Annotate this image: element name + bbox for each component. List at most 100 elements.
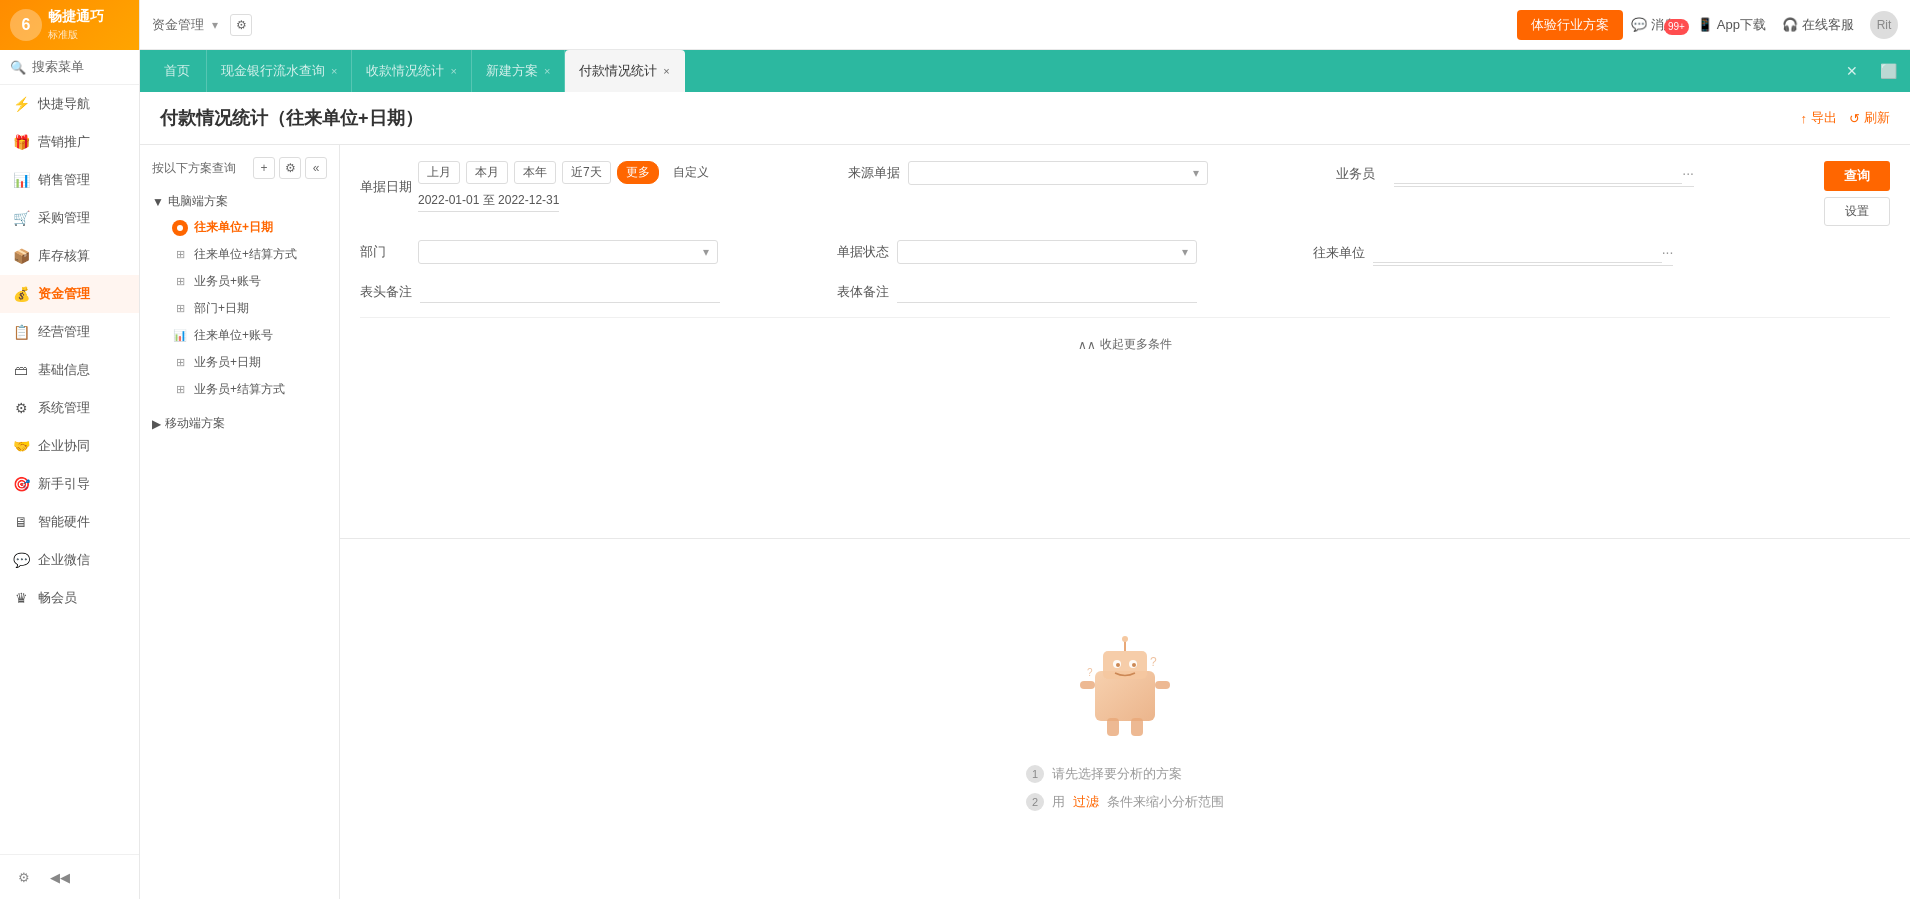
tab-home[interactable]: 首页 [148,50,207,92]
scheme-item-label: 业务员+账号 [194,273,261,290]
online-service-btn[interactable]: 🎧 在线客服 [1782,16,1854,34]
sidebar: 6 畅捷通巧 标准版 🔍 搜索菜单 ⚡ 快捷导航 🎁 营销推广 📊 销售管理 [0,0,140,899]
sidebar-item-enterprise[interactable]: 🤝 企业协同 [0,427,139,465]
scheme-list-desktop: 往来单位+日期 ⊞ 往来单位+结算方式 ⊞ 业务员+账号 ⊞ [152,214,327,403]
sidebar-item-system[interactable]: ⚙ 系统管理 [0,389,139,427]
hint-text-2-pre: 用 [1052,793,1065,811]
main-area: 资金管理 ▾ ⚙ 体验行业方案 💬 消息 99+ 📱 App下载 [140,0,1910,899]
settings-footer-btn[interactable]: ⚙ [10,863,38,891]
app-download-btn[interactable]: 📱 App下载 [1697,16,1766,34]
table-body-input[interactable] [897,280,1197,303]
hint-num-1: 1 [1026,765,1044,783]
dept-select[interactable]: ▾ [418,240,718,264]
scheme-collapse-btn[interactable]: « [305,157,327,179]
scheme-section-mobile-title[interactable]: ▶ 移动端方案 [152,411,327,436]
sidebar-item-purchase[interactable]: 🛒 采购管理 [0,199,139,237]
empty-area: ? ? 1 请先选择要分析的方案 2 用 [340,539,1910,900]
date-btn-last-month[interactable]: 上月 [418,161,460,184]
scheme-section-desktop-title[interactable]: ▼ 电脑端方案 [152,189,327,214]
tab-bank-flow[interactable]: 现金银行流水查询 × [207,50,352,92]
scheme-item-salesman-date[interactable]: ⊞ 业务员+日期 [168,349,327,376]
tab-bar: 首页 现金银行流水查询 × 收款情况统计 × 新建方案 × 付款情况统计 × ✕… [140,50,1910,92]
scheme-item-counterpart-date[interactable]: 往来单位+日期 [168,214,327,241]
filter-row-3: 表头备注 表体备注 [360,280,1890,303]
collapse-row: ∧∧ 收起更多条件 [360,317,1890,363]
sidebar-item-wechat[interactable]: 💬 企业微信 [0,541,139,579]
trial-btn[interactable]: 体验行业方案 [1517,10,1623,40]
sidebar-item-label: 基础信息 [38,361,90,379]
filter-row-1: 单据日期 上月 本月 本年 近7天 更多 自定义 2022-01-01 [360,161,1890,226]
filter-settings-btn[interactable]: 设置 [1824,197,1890,226]
avatar[interactable]: Rit [1870,11,1898,39]
member-icon: ♛ [12,589,30,607]
table-head-input[interactable] [420,280,720,303]
tab-receipt-stats-close[interactable]: × [450,65,456,77]
sidebar-item-quick-nav[interactable]: ⚡ 快捷导航 [0,85,139,123]
counterpart-input[interactable] [1373,240,1661,263]
sidebar-item-hardware[interactable]: 🖥 智能硬件 [0,503,139,541]
message-icon: 💬 [1631,17,1647,32]
counterpart-dots[interactable]: ··· [1662,244,1674,260]
tab-new-scheme-close[interactable]: × [544,65,550,77]
date-btn-this-year[interactable]: 本年 [514,161,556,184]
filter-table-body-item: 表体备注 [837,280,1294,303]
scheme-item-salesman-settlement[interactable]: ⊞ 业务员+结算方式 [168,376,327,403]
search-menu[interactable]: 🔍 搜索菜单 [0,50,139,85]
tab-bank-flow-close[interactable]: × [331,65,337,77]
sidebar-item-operation[interactable]: 📋 经营管理 [0,313,139,351]
tab-payment-stats[interactable]: 付款情况统计 × [565,50,684,92]
hint-text-1: 请先选择要分析的方案 [1052,765,1182,783]
sidebar-item-guide[interactable]: 🎯 新手引导 [0,465,139,503]
dept-label: 部门 [360,243,410,261]
export-btn[interactable]: ↑ 导出 [1801,109,1838,127]
tab-payment-stats-close[interactable]: × [663,65,669,77]
scheme-panel-tools: + ⚙ « [253,157,327,179]
breadcrumb-dropdown[interactable]: ▾ [212,18,218,32]
right-panel: 单据日期 上月 本月 本年 近7天 更多 自定义 2022-01-01 [340,145,1910,899]
doc-status-select[interactable]: ▾ [897,240,1197,264]
scheme-settings-btn[interactable]: ⚙ [279,157,301,179]
online-service-label: 在线客服 [1802,16,1854,34]
sidebar-item-label: 快捷导航 [38,95,90,113]
message-badge: 99+ [1664,19,1689,35]
empty-hint-1: 1 请先选择要分析的方案 [1026,765,1224,783]
close-tab-btn[interactable]: ✕ [1838,57,1866,85]
messages-btn[interactable]: 💬 消息 99+ [1631,16,1681,34]
tab-new-scheme[interactable]: 新建方案 × [472,50,565,92]
salesman-dots[interactable]: ··· [1682,165,1694,181]
date-btn-7days[interactable]: 近7天 [562,161,611,184]
inventory-icon: 📦 [12,247,30,265]
sidebar-item-marketing[interactable]: 🎁 营销推广 [0,123,139,161]
date-btn-more[interactable]: 更多 [617,161,659,184]
scheme-item-salesman-account[interactable]: ⊞ 业务员+账号 [168,268,327,295]
top-settings-btn[interactable]: ⚙ [230,14,252,36]
sidebar-item-sales[interactable]: 📊 销售管理 [0,161,139,199]
scheme-item-counterpart-account[interactable]: 📊 往来单位+账号 [168,322,327,349]
export-label: 导出 [1811,109,1837,127]
query-btn[interactable]: 查询 [1824,161,1890,191]
scheme-item-counterpart-settlement[interactable]: ⊞ 往来单位+结算方式 [168,241,327,268]
tab-receipt-stats[interactable]: 收款情况统计 × [352,50,471,92]
sidebar-item-inventory[interactable]: 📦 库存核算 [0,237,139,275]
top-bar-right: 💬 消息 99+ 📱 App下载 🎧 在线客服 Rit [1631,11,1898,39]
maximize-btn[interactable]: ⬜ [1874,57,1902,85]
scheme-panel-title: 按以下方案查询 [152,160,236,177]
scheme-add-btn[interactable]: + [253,157,275,179]
table-icon: ⊞ [172,247,188,263]
sidebar-item-capital[interactable]: 💰 资金管理 [0,275,139,313]
sidebar-item-member[interactable]: ♛ 畅会员 [0,579,139,617]
scheme-section-desktop: ▼ 电脑端方案 往来单位+日期 ⊞ 往来单位+结算方式 [152,189,327,403]
sidebar-item-basic-info[interactable]: 🗃 基础信息 [0,351,139,389]
section-label: 电脑端方案 [168,193,228,210]
scheme-item-label: 业务员+结算方式 [194,381,285,398]
active-dot-icon [172,220,188,236]
refresh-btn[interactable]: ↺ 刷新 [1849,109,1890,127]
collapse-sidebar-btn[interactable]: ◀◀ [46,863,74,891]
scheme-item-label: 往来单位+日期 [194,219,273,236]
scheme-item-dept-date[interactable]: ⊞ 部门+日期 [168,295,327,322]
scheme-panel-header: 按以下方案查询 + ⚙ « [152,157,327,179]
date-btn-this-month[interactable]: 本月 [466,161,508,184]
salesman-input[interactable] [1394,161,1682,184]
collapse-btn[interactable]: ∧∧ 收起更多条件 [1068,326,1182,363]
source-doc-select[interactable]: ▾ [908,161,1208,185]
